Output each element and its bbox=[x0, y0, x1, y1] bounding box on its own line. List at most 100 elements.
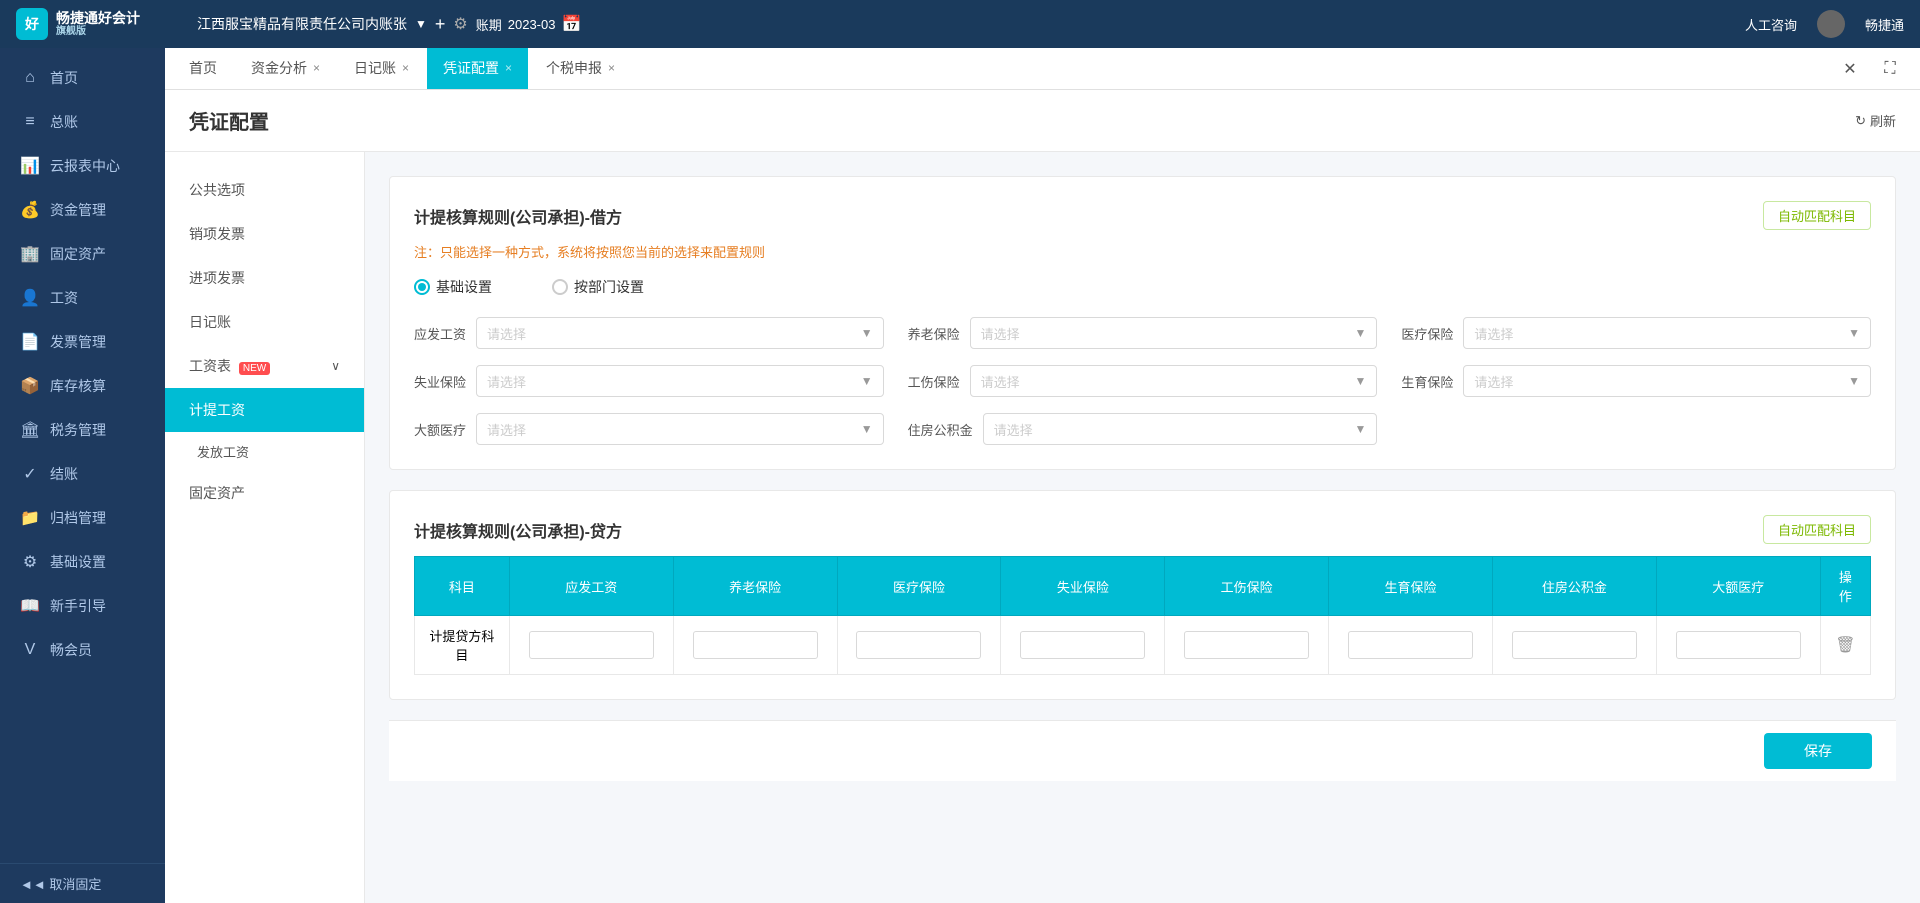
large-medical-select[interactable]: 请选择 ▼ bbox=[476, 413, 884, 445]
tab-finance-label: 资金分析 bbox=[251, 58, 307, 78]
col-action: 操作 bbox=[1820, 557, 1870, 616]
tab-tax-close[interactable]: × bbox=[608, 61, 615, 75]
debit-auto-match-button[interactable]: 自动匹配科目 bbox=[1763, 201, 1871, 230]
row-unemployment-cell[interactable] bbox=[1001, 616, 1165, 675]
company-name[interactable]: 江西服宝精品有限责任公司内账张 ▼ + ⚙ 账期 2023-03 📅 bbox=[181, 14, 1745, 35]
row-large-medical-input[interactable] bbox=[1676, 631, 1801, 659]
row-unemployment-input[interactable] bbox=[1020, 631, 1145, 659]
maternity-placeholder: 请选择 bbox=[1474, 372, 1513, 391]
salary-icon: 👤 bbox=[20, 288, 40, 308]
row-housing-cell[interactable] bbox=[1492, 616, 1656, 675]
sidebar-item-ledger[interactable]: ≡ 总账 bbox=[0, 100, 165, 144]
form-item-base-salary: 应发工资 请选择 ▼ bbox=[414, 317, 884, 349]
sidebar-label-tax: 税务管理 bbox=[50, 420, 106, 440]
housing-fund-select[interactable]: 请选择 ▼ bbox=[983, 413, 1378, 445]
close-period-icon: ✓ bbox=[20, 464, 40, 484]
medical-select[interactable]: 请选择 ▼ bbox=[1463, 317, 1871, 349]
row-work-injury-input[interactable] bbox=[1184, 631, 1309, 659]
settings-sidebar-icon: ⚙ bbox=[20, 552, 40, 572]
sidebar-item-finance[interactable]: 💰 资金管理 bbox=[0, 188, 165, 232]
sidebar-item-salary[interactable]: 👤 工资 bbox=[0, 276, 165, 320]
col-maternity: 生育保险 bbox=[1329, 557, 1493, 616]
housing-fund-label: 住房公积金 bbox=[908, 420, 973, 439]
tab-journal[interactable]: 日记账 × bbox=[338, 48, 425, 89]
work-injury-select[interactable]: 请选择 ▼ bbox=[970, 365, 1378, 397]
sidebar-item-member[interactable]: V 畅会员 bbox=[0, 628, 165, 672]
add-button[interactable]: + bbox=[435, 14, 446, 35]
radio-dept-settings[interactable]: 按部门设置 bbox=[552, 277, 644, 297]
col-housing: 住房公积金 bbox=[1492, 557, 1656, 616]
unpin-button[interactable]: ◄◄ 取消固定 bbox=[0, 863, 165, 903]
row-work-injury-cell[interactable] bbox=[1165, 616, 1329, 675]
tab-journal-close[interactable]: × bbox=[402, 61, 409, 75]
sidebar-item-settings[interactable]: ⚙ 基础设置 bbox=[0, 540, 165, 584]
home-icon: ⌂ bbox=[20, 69, 40, 87]
row-base-salary-cell[interactable] bbox=[509, 616, 673, 675]
row-maternity-cell[interactable] bbox=[1329, 616, 1493, 675]
pension-select[interactable]: 请选择 ▼ bbox=[970, 317, 1378, 349]
nav-payroll-table[interactable]: 工资表 NEW ∨ bbox=[165, 344, 364, 388]
tab-finance-close[interactable]: × bbox=[313, 61, 320, 75]
assets-icon: 🏢 bbox=[20, 244, 40, 264]
tab-tax[interactable]: 个税申报 × bbox=[530, 48, 631, 89]
unemployment-select[interactable]: 请选择 ▼ bbox=[476, 365, 884, 397]
sidebar-item-invoice[interactable]: 📄 发票管理 bbox=[0, 320, 165, 364]
row-housing-input[interactable] bbox=[1512, 631, 1637, 659]
medical-placeholder: 请选择 bbox=[1474, 324, 1513, 343]
sidebar-item-close[interactable]: ✓ 结账 bbox=[0, 452, 165, 496]
period-area: 账期 2023-03 📅 bbox=[476, 14, 582, 34]
nav-pay-salary[interactable]: 发放工资 bbox=[165, 432, 364, 471]
sidebar-item-guide[interactable]: 📖 新手引导 bbox=[0, 584, 165, 628]
radio-basic-settings[interactable]: 基础设置 bbox=[414, 277, 492, 297]
nav-purchase-invoice[interactable]: 进项发票 bbox=[165, 256, 364, 300]
nav-public-options[interactable]: 公共选项 bbox=[165, 168, 364, 212]
tab-finance-analysis[interactable]: 资金分析 × bbox=[235, 48, 336, 89]
tab-home[interactable]: 首页 bbox=[173, 48, 233, 89]
row-maternity-input[interactable] bbox=[1348, 631, 1473, 659]
nav-fixed-assets[interactable]: 固定资产 bbox=[165, 471, 364, 515]
company-dropdown-icon[interactable]: ▼ bbox=[415, 17, 427, 31]
settings-icon[interactable]: ⚙ bbox=[453, 14, 467, 34]
sidebar-item-assets[interactable]: 🏢 固定资产 bbox=[0, 232, 165, 276]
maternity-select[interactable]: 请选择 ▼ bbox=[1463, 365, 1871, 397]
sidebar-item-report[interactable]: 📊 云报表中心 bbox=[0, 144, 165, 188]
row-pension-input[interactable] bbox=[693, 631, 818, 659]
sidebar-label-settings: 基础设置 bbox=[50, 552, 106, 572]
row-medical-cell[interactable] bbox=[837, 616, 1001, 675]
row-medical-input[interactable] bbox=[856, 631, 981, 659]
col-large-medical: 大额医疗 bbox=[1656, 557, 1820, 616]
credit-table-body: 计提贷方科目 🗑 bbox=[415, 616, 1871, 675]
sidebar-item-home[interactable]: ⌂ 首页 bbox=[0, 56, 165, 100]
col-base-salary: 应发工资 bbox=[509, 557, 673, 616]
base-salary-label: 应发工资 bbox=[414, 324, 466, 343]
save-button[interactable]: 保存 bbox=[1764, 733, 1872, 769]
row-large-medical-cell[interactable] bbox=[1656, 616, 1820, 675]
row-pension-cell[interactable] bbox=[673, 616, 837, 675]
logo-sub: 旗舰版 bbox=[56, 26, 140, 38]
credit-auto-match-button[interactable]: 自动匹配科目 bbox=[1763, 515, 1871, 544]
bottom-bar: 保存 bbox=[389, 720, 1896, 781]
sidebar-item-archive[interactable]: 📁 归档管理 bbox=[0, 496, 165, 540]
base-salary-select[interactable]: 请选择 ▼ bbox=[476, 317, 884, 349]
tab-journal-label: 日记账 bbox=[354, 58, 396, 78]
calendar-icon[interactable]: 📅 bbox=[561, 14, 581, 34]
sidebar-item-inventory[interactable]: 📦 库存核算 bbox=[0, 364, 165, 408]
consult-label[interactable]: 人工咨询 bbox=[1745, 15, 1797, 34]
close-tab-btn[interactable]: ✕ bbox=[1836, 55, 1864, 83]
nav-sales-invoice[interactable]: 销项发票 bbox=[165, 212, 364, 256]
row-base-salary-input[interactable] bbox=[529, 631, 654, 659]
delete-row-button[interactable]: 🗑 bbox=[1835, 637, 1855, 654]
housing-fund-arrow: ▼ bbox=[1354, 422, 1366, 436]
main-layout: ⌂ 首页 ≡ 总账 📊 云报表中心 💰 资金管理 🏢 固定资产 👤 工资 📄 发… bbox=[0, 48, 1920, 903]
radio-basic-circle bbox=[414, 279, 430, 295]
refresh-button[interactable]: ↻ 刷新 bbox=[1855, 111, 1896, 130]
tab-voucher-close[interactable]: × bbox=[505, 61, 512, 75]
tab-voucher-config[interactable]: 凭证配置 × bbox=[427, 48, 528, 89]
expand-btn[interactable]: ⛶ bbox=[1876, 55, 1904, 83]
large-medical-label: 大额医疗 bbox=[414, 420, 466, 439]
sidebar-label-archive: 归档管理 bbox=[50, 508, 106, 528]
nav-accrue-salary[interactable]: 计提工资 bbox=[165, 388, 364, 432]
medical-label: 医疗保险 bbox=[1401, 324, 1453, 343]
nav-journal[interactable]: 日记账 bbox=[165, 300, 364, 344]
sidebar-item-tax[interactable]: 🏛 税务管理 bbox=[0, 408, 165, 452]
